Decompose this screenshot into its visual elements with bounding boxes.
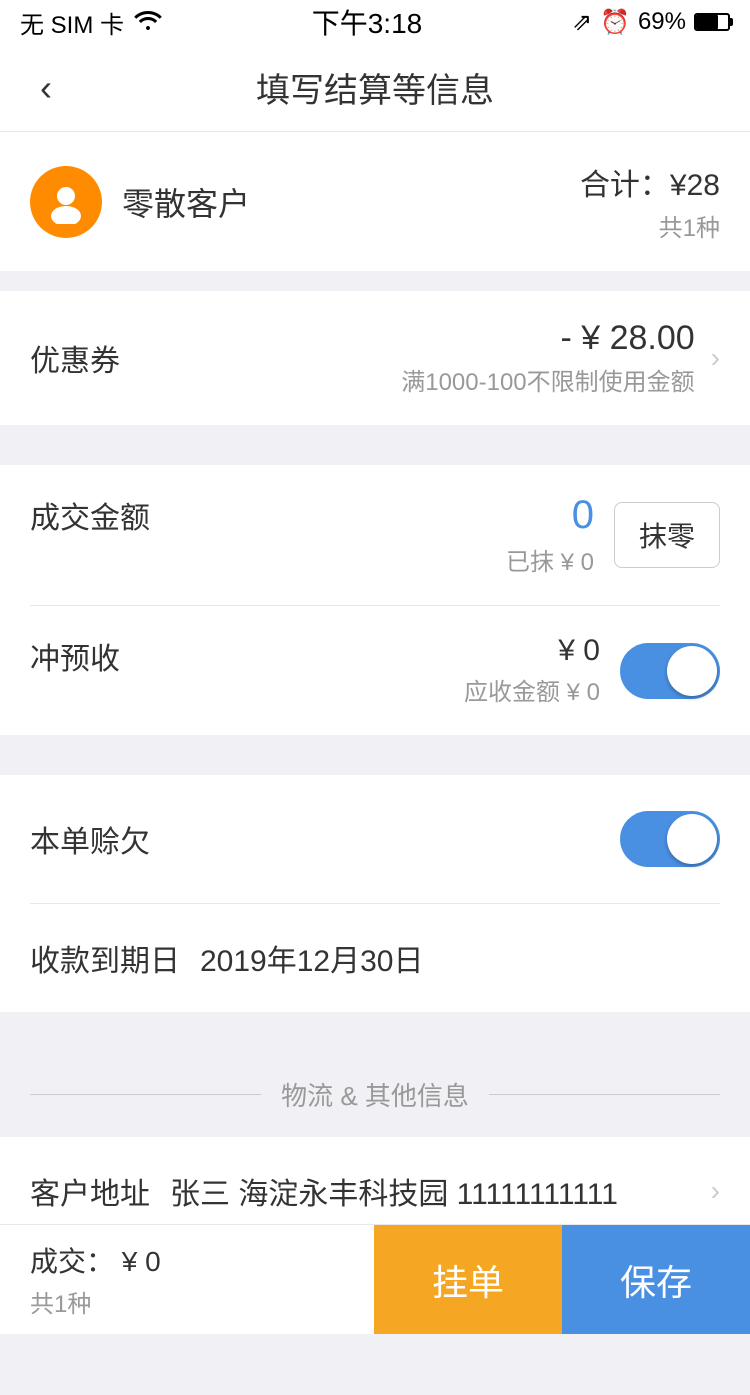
debt-row: 本单赊欠 — [0, 775, 750, 903]
customer-right: 合计：¥28 共1种 — [580, 160, 720, 243]
logistics-line-right — [489, 1094, 720, 1095]
address-value: 张三 海淀永丰科技园 11111111111 — [170, 1169, 699, 1213]
debt-toggle-knob — [667, 814, 717, 864]
coupon-content: - ¥ 28.00 满1000-100不限制使用金额 — [401, 319, 694, 397]
customer-name: 零散客户 — [122, 179, 250, 225]
amount-input-area: 0 已抹 ¥ 0 — [506, 493, 594, 577]
battery-icon — [694, 13, 730, 31]
logistics-label: 物流 & 其他信息 — [261, 1076, 489, 1113]
due-date-label: 收款到期日 — [30, 936, 180, 980]
coupon-section: 优惠券 - ¥ 28.00 满1000-100不限制使用金额 › — [0, 291, 750, 425]
section-gap-1 — [0, 445, 750, 465]
coupon-right: - ¥ 28.00 满1000-100不限制使用金额 › — [401, 319, 720, 397]
round-button[interactable]: 抹零 — [614, 502, 720, 568]
bottom-summary: 成交： ¥ 0 共1种 — [0, 1240, 374, 1319]
no-sim-text: 无 SIM 卡 — [20, 5, 124, 40]
address-label: 客户地址 — [30, 1169, 150, 1213]
hold-button[interactable]: 挂单 — [374, 1225, 562, 1334]
debt-section: 本单赊欠 收款到期日 2019年12月30日 — [0, 775, 750, 1012]
coupon-desc: 满1000-100不限制使用金额 — [401, 362, 694, 397]
total-count: 共1种 — [580, 208, 720, 243]
customer-row: 零散客户 合计：¥28 共1种 — [0, 132, 750, 271]
summary-amount: ¥ 0 — [122, 1246, 161, 1277]
prepay-sub-amount: 应收金额 ¥ 0 — [464, 672, 600, 707]
alarm-icon: ⏰ — [600, 8, 630, 37]
status-time: 下午3:18 — [312, 2, 423, 42]
transaction-amount[interactable]: 0 — [506, 493, 594, 538]
logistics-line-left — [30, 1094, 261, 1095]
summary-count: 共1种 — [30, 1284, 344, 1319]
transaction-section: 成交金额 0 已抹 ¥ 0 抹零 冲预收 ¥ 0 应收金额 ¥ 0 — [0, 465, 750, 735]
prepay-toggle[interactable] — [620, 643, 720, 699]
section-gap-3 — [0, 1032, 750, 1052]
prepay-right: ¥ 0 应收金额 ¥ 0 — [464, 634, 720, 707]
transaction-label: 成交金额 — [30, 493, 150, 537]
save-button[interactable]: 保存 — [562, 1225, 750, 1334]
nav-bar: ‹ 填写结算等信息 — [0, 44, 750, 132]
main-content: 零散客户 合计：¥28 共1种 优惠券 - ¥ 28.00 满1000-100不… — [0, 132, 750, 1395]
prepay-label: 冲预收 — [30, 634, 120, 678]
due-date-value[interactable]: 2019年12月30日 — [200, 936, 423, 980]
transaction-sub: 已抹 ¥ 0 — [506, 542, 594, 577]
coupon-amount: - ¥ 28.00 — [401, 319, 694, 358]
customer-left: 零散客户 — [30, 166, 250, 238]
transaction-right: 0 已抹 ¥ 0 抹零 — [506, 493, 720, 577]
coupon-label: 优惠券 — [30, 336, 120, 380]
summary-label: 成交： — [30, 1246, 114, 1277]
prepay-row: 冲预收 ¥ 0 应收金额 ¥ 0 — [0, 606, 750, 735]
logistics-section: 物流 & 其他信息 — [0, 1052, 750, 1137]
location-icon: ⇗ — [572, 8, 592, 37]
debt-label: 本单赊欠 — [30, 817, 150, 861]
due-date-row: 收款到期日 2019年12月30日 — [0, 904, 750, 1012]
bottom-bar: 成交： ¥ 0 共1种 挂单 保存 — [0, 1224, 750, 1334]
prepay-main-amount: ¥ 0 — [464, 634, 600, 668]
toggle-knob — [667, 646, 717, 696]
bottom-summary-line1: 成交： ¥ 0 — [30, 1240, 344, 1280]
total-amount: 合计：¥28 — [580, 160, 720, 204]
avatar — [30, 166, 102, 238]
debt-toggle[interactable] — [620, 811, 720, 867]
section-gap-2 — [0, 755, 750, 775]
address-chevron-icon: › — [711, 1175, 720, 1207]
logistics-header: 物流 & 其他信息 — [0, 1052, 750, 1137]
status-right: ⇗ ⏰ 69% — [572, 8, 730, 37]
status-bar: 无 SIM 卡 下午3:18 ⇗ ⏰ 69% — [0, 0, 750, 44]
page-title: 填写结算等信息 — [256, 63, 494, 112]
status-left: 无 SIM 卡 — [20, 5, 162, 40]
wifi-icon — [134, 8, 162, 37]
customer-section: 零散客户 合计：¥28 共1种 — [0, 132, 750, 271]
bottom-actions: 挂单 保存 — [374, 1225, 750, 1334]
transaction-row: 成交金额 0 已抹 ¥ 0 抹零 — [0, 465, 750, 605]
prepay-amounts: ¥ 0 应收金额 ¥ 0 — [464, 634, 600, 707]
back-button[interactable]: ‹ — [30, 57, 62, 119]
coupon-row[interactable]: 优惠券 - ¥ 28.00 满1000-100不限制使用金额 › — [0, 291, 750, 425]
chevron-right-icon: › — [711, 342, 720, 374]
battery-text: 69% — [638, 8, 686, 36]
